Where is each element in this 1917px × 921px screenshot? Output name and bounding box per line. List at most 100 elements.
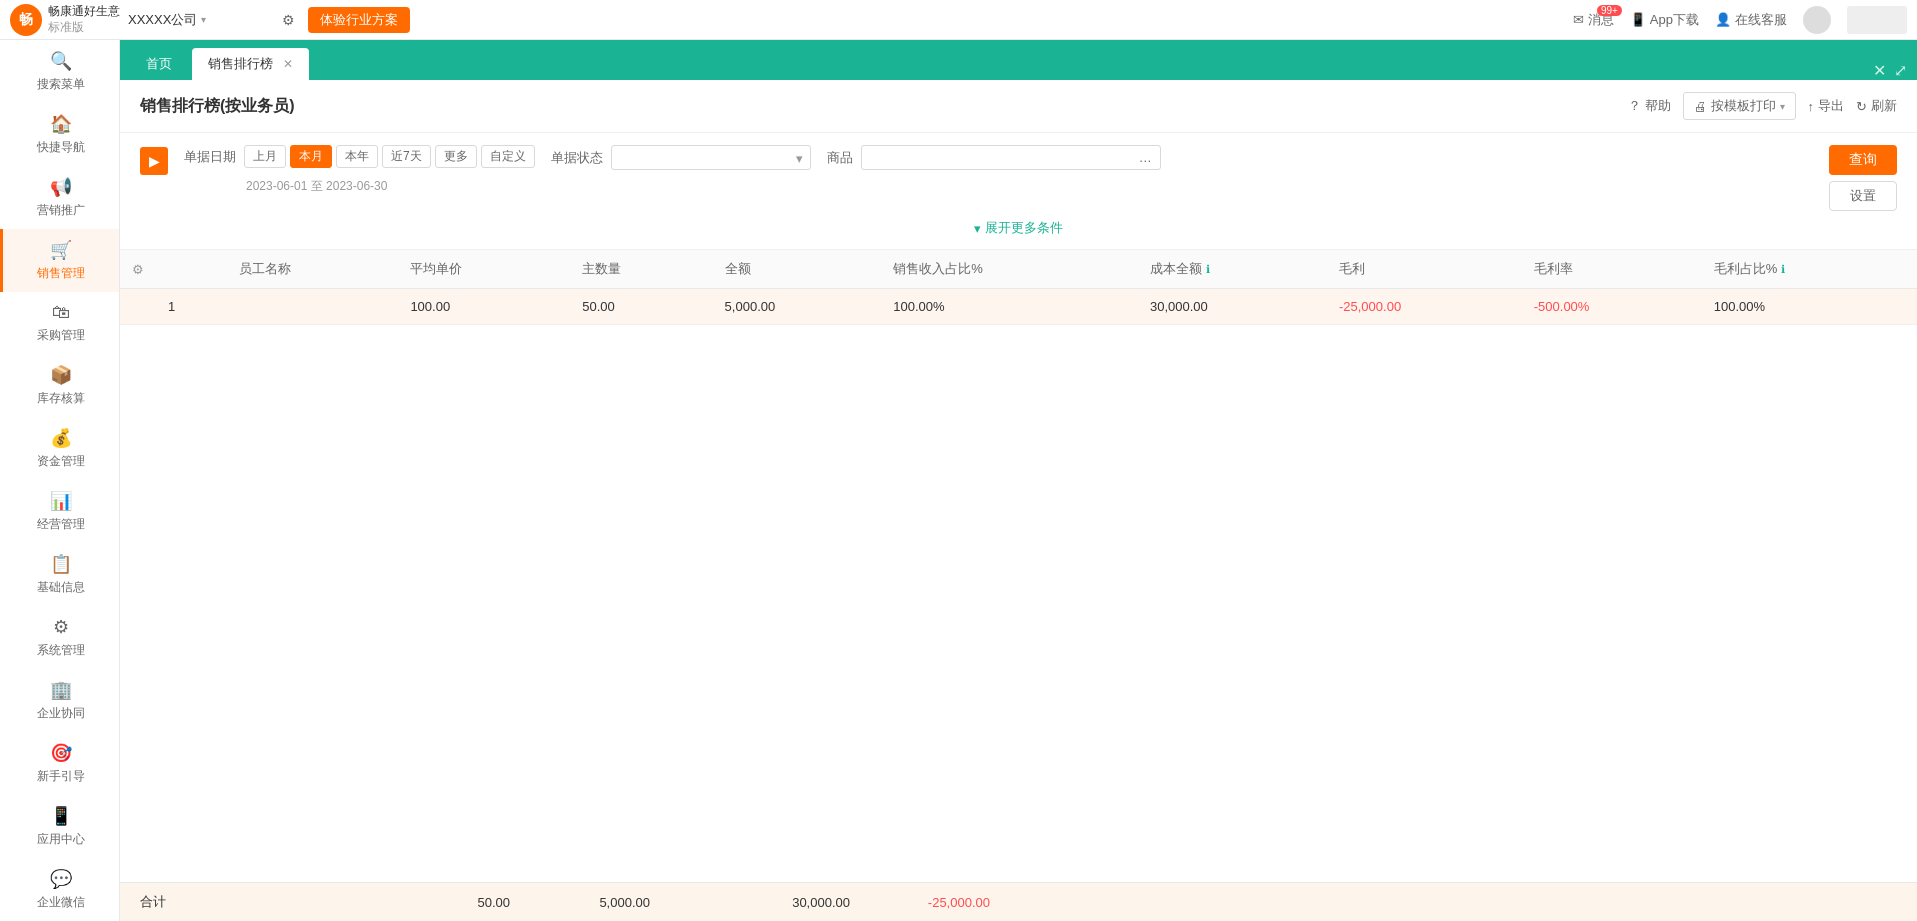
user-name[interactable] <box>1847 6 1907 34</box>
td-profit-pct: 100.00% <box>1702 289 1917 325</box>
tab-sales-rank[interactable]: 销售排行榜 ✕ <box>192 48 309 80</box>
data-table: ⚙ 员工名称 平均单价 主数量 全额 销售收入占比% 成本全额 ℹ 毛利 毛利率 <box>120 250 1917 325</box>
date-label: 单据日期 <box>184 148 236 166</box>
operations-icon: 📊 <box>50 490 72 512</box>
date-range-display: 2023-06-01 至 2023-06-30 <box>246 178 387 195</box>
date-filter: 单据日期 上月 本月 本年 近7天 更多 自定义 2023-06-01 至 20… <box>184 145 535 195</box>
sidebar-item-quick-nav[interactable]: 🏠 快捷导航 <box>0 103 119 166</box>
refresh-icon: ↻ <box>1856 99 1867 114</box>
expand-conditions-button[interactable]: ▾ 展开更多条件 <box>974 219 1063 237</box>
app-name: 畅康通好生意 标准版 <box>48 4 120 35</box>
sidebar-item-guide[interactable]: 🎯 新手引导 <box>0 732 119 795</box>
table-wrapper[interactable]: ⚙ 员工名称 平均单价 主数量 全额 销售收入占比% 成本全额 ℹ 毛利 毛利率 <box>120 250 1917 882</box>
help-icon: ？ <box>1628 97 1641 115</box>
sidebar-item-inventory[interactable]: 📦 库存核算 <box>0 354 119 417</box>
search-icon: 🔍 <box>50 50 72 72</box>
status-filter: 单据状态 <box>551 145 811 170</box>
sidebar-item-basic-info[interactable]: 📋 基础信息 <box>0 543 119 606</box>
date-btn-current-month[interactable]: 本月 <box>290 145 332 168</box>
date-btn-more[interactable]: 更多 <box>435 145 477 168</box>
date-btn-prev-month[interactable]: 上月 <box>244 145 286 168</box>
footer-total-label: 合计 <box>140 893 220 911</box>
enterprise-icon: 🏢 <box>50 679 72 701</box>
date-btn-current-year[interactable]: 本年 <box>336 145 378 168</box>
message-badge: 99+ <box>1597 5 1622 16</box>
sidebar-item-enterprise[interactable]: 🏢 企业协同 <box>0 669 119 732</box>
app-center-icon: 📱 <box>50 805 72 827</box>
home-icon: 🏠 <box>50 113 72 135</box>
tab-home[interactable]: 首页 <box>130 48 188 80</box>
th-name: 员工名称 <box>227 250 399 289</box>
refresh-button[interactable]: ↻ 刷新 <box>1856 97 1897 115</box>
tab-close-all-icon[interactable]: ✕ <box>1873 61 1886 80</box>
sidebar-item-sales[interactable]: 🛒 销售管理 <box>0 229 119 292</box>
th-cost: 成本全额 ℹ <box>1138 250 1327 289</box>
expand-icon: ▾ <box>974 221 981 236</box>
sidebar-item-system[interactable]: ⚙ 系统管理 <box>0 606 119 669</box>
top-right-actions: ✉ 消息 99+ 📱 App下载 👤 在线客服 <box>1573 6 1907 34</box>
finance-icon: 💰 <box>50 427 72 449</box>
status-label: 单据状态 <box>551 149 603 167</box>
sidebar-item-finance[interactable]: 💰 资金管理 <box>0 417 119 480</box>
td-profit-rate: -500.00% <box>1522 289 1702 325</box>
th-avg-price: 平均单价 <box>398 250 570 289</box>
td-amount: 5,000.00 <box>713 289 882 325</box>
print-icon: 🖨 <box>1694 99 1707 114</box>
status-select-wrapper <box>611 145 811 170</box>
page-actions: ？ 帮助 🖨 按模板打印 ▾ ↑ 导出 ↻ 刷新 <box>1628 92 1898 120</box>
th-profit-rate: 毛利率 <box>1522 250 1702 289</box>
filter-toggle-button[interactable]: ▶ <box>140 147 168 175</box>
footer-cost: 30,000.00 <box>770 895 850 910</box>
trial-button[interactable]: 体验行业方案 <box>308 7 410 33</box>
status-select[interactable] <box>611 145 811 170</box>
td-rank: 1 <box>156 289 227 325</box>
td-profit: -25,000.00 <box>1327 289 1522 325</box>
sidebar-item-purchase[interactable]: 🛍 采购管理 <box>0 292 119 354</box>
date-btn-7days[interactable]: 近7天 <box>382 145 431 168</box>
sidebar-item-search[interactable]: 🔍 搜索菜单 <box>0 40 119 103</box>
th-rank <box>156 250 227 289</box>
page-header: 销售排行榜(按业务员) ？ 帮助 🖨 按模板打印 ▾ ↑ 导出 <box>120 80 1917 133</box>
content-area: 首页 销售排行榜 ✕ ✕ ⤢ 销售排行榜(按业务员) ？ 帮助 <box>120 40 1917 921</box>
company-selector[interactable]: XXXXX公司 ▾ <box>128 11 268 29</box>
sidebar-item-marketing[interactable]: 📢 营销推广 <box>0 166 119 229</box>
date-btn-custom[interactable]: 自定义 <box>481 145 535 168</box>
th-profit-pct: 毛利占比% ℹ <box>1702 250 1917 289</box>
sidebar-item-app-center[interactable]: 📱 应用中心 <box>0 795 119 858</box>
goods-more-icon[interactable]: … <box>1139 150 1152 165</box>
message-icon: ✉ <box>1573 12 1584 27</box>
page-title: 销售排行榜(按业务员) <box>140 96 295 117</box>
sidebar-item-operations[interactable]: 📊 经营管理 <box>0 480 119 543</box>
sidebar: 🔍 搜索菜单 🏠 快捷导航 📢 营销推广 🛒 销售管理 🛍 采购管理 📦 库存核… <box>0 40 120 921</box>
table-footer: 合计 50.00 5,000.00 30,000.00 -25,000.00 <box>120 882 1917 921</box>
app-download-button[interactable]: 📱 App下载 <box>1630 11 1699 29</box>
query-button[interactable]: 查询 <box>1829 145 1897 175</box>
tab-close-icon[interactable]: ✕ <box>283 57 293 71</box>
td-qty: 50.00 <box>570 289 712 325</box>
th-settings[interactable]: ⚙ <box>120 250 156 289</box>
td-settings <box>120 289 156 325</box>
export-button[interactable]: ↑ 导出 <box>1808 97 1845 115</box>
th-profit: 毛利 <box>1327 250 1522 289</box>
help-button[interactable]: ？ 帮助 <box>1628 97 1671 115</box>
query-area: 查询 设置 <box>1829 145 1897 211</box>
settings-button[interactable]: 设置 <box>1829 181 1897 211</box>
sales-icon: 🛒 <box>50 239 72 261</box>
arrow-right-icon: ▶ <box>149 153 160 169</box>
td-cost: 30,000.00 <box>1138 289 1327 325</box>
td-name <box>227 289 399 325</box>
message-button[interactable]: ✉ 消息 99+ <box>1573 11 1614 29</box>
settings-icon[interactable]: ⚙ <box>276 8 300 32</box>
online-service-button[interactable]: 👤 在线客服 <box>1715 11 1787 29</box>
page-content: 销售排行榜(按业务员) ？ 帮助 🖨 按模板打印 ▾ ↑ 导出 <box>120 80 1917 921</box>
service-icon: 👤 <box>1715 12 1731 27</box>
tab-expand-icon[interactable]: ⤢ <box>1894 61 1907 80</box>
filter-row: ▶ 单据日期 上月 本月 本年 近7天 更多 自定义 <box>140 145 1897 211</box>
sidebar-item-wechat[interactable]: 💬 企业微信 <box>0 858 119 921</box>
table-header-row: ⚙ 员工名称 平均单价 主数量 全额 销售收入占比% 成本全额 ℹ 毛利 毛利率 <box>120 250 1917 289</box>
td-sales-pct: 100.00% <box>881 289 1138 325</box>
print-button[interactable]: 🖨 按模板打印 ▾ <box>1683 92 1796 120</box>
avatar[interactable] <box>1803 6 1831 34</box>
cost-info-icon: ℹ <box>1206 263 1210 275</box>
top-header: 畅 畅康通好生意 标准版 XXXXX公司 ▾ ⚙ 体验行业方案 ✉ 消息 99+… <box>0 0 1917 40</box>
